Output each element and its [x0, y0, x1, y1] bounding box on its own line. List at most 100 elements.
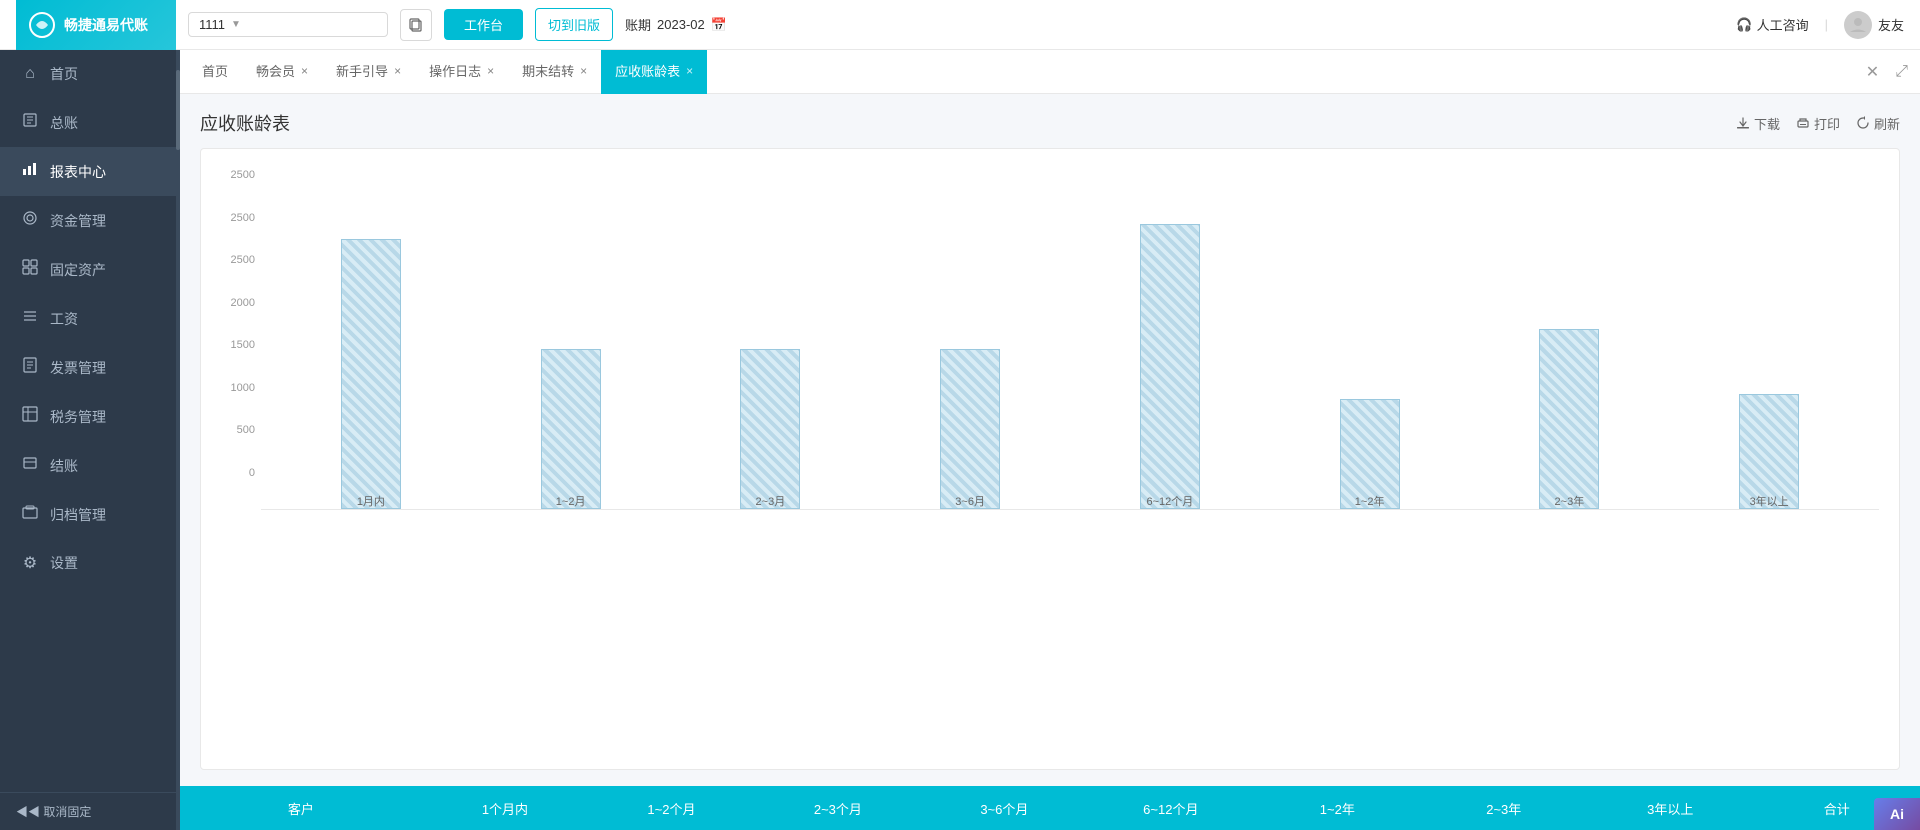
user-menu[interactable]: 友友: [1844, 11, 1904, 39]
sidebar-item-reports[interactable]: 报表中心: [0, 147, 180, 196]
sidebar-item-settle[interactable]: 结账: [0, 441, 180, 490]
tab-member-close[interactable]: ×: [301, 64, 308, 78]
grid-line-bottom: [261, 509, 1879, 510]
bar-1month: [341, 239, 401, 509]
tab-home[interactable]: 首页: [188, 50, 242, 94]
tab-oplog-close[interactable]: ×: [487, 64, 494, 78]
sidebar-label-assets: 固定资产: [50, 260, 106, 280]
y-axis: 2500 2500 2500 2000 1500 1000 500 0: [221, 169, 261, 509]
home-icon: ⌂: [20, 65, 40, 83]
tab-member[interactable]: 畅会员 ×: [242, 50, 322, 94]
ai-badge[interactable]: Ai: [1874, 798, 1920, 830]
sidebar-item-settings[interactable]: ⚙ 设置: [0, 539, 180, 587]
sidebar-label-funds: 资金管理: [50, 211, 106, 231]
x-label-3plus: 3年以上: [1739, 493, 1799, 509]
tab-guide-label: 新手引导: [336, 61, 388, 80]
company-selector[interactable]: 1111 ▼: [188, 12, 388, 37]
period-display: 账期 2023-02 📅: [625, 15, 727, 34]
sidebar-item-salary[interactable]: 工资: [0, 294, 180, 343]
bar-group-1month: [341, 239, 401, 509]
tab-aging-close[interactable]: ×: [686, 64, 693, 78]
invoice-icon: [20, 357, 40, 378]
tab-period-end[interactable]: 期末结转 ×: [508, 50, 601, 94]
chart-container: 2500 2500 2500 2000 1500 1000 500 0: [200, 148, 1900, 770]
sidebar-item-assets[interactable]: 固定资产: [0, 245, 180, 294]
tab-period-end-close[interactable]: ×: [580, 64, 587, 78]
tab-bar: 首页 畅会员 × 新手引导 × 操作日志 × 期末结转 × 应收账龄表 ×: [180, 50, 1920, 94]
expand-button[interactable]: ⤢: [1891, 59, 1912, 85]
bar-3-6month: [940, 349, 1000, 509]
download-button[interactable]: 下载: [1736, 114, 1780, 133]
app-logo: 畅捷通易代账: [16, 0, 176, 50]
y-label-2000: 2000: [221, 297, 261, 309]
page-header: 应收账龄表 下载: [200, 110, 1900, 136]
copy-button[interactable]: [400, 9, 432, 41]
print-label: 打印: [1814, 114, 1840, 133]
bar-group-2-3y: [1539, 329, 1599, 509]
sidebar-label-tax: 税务管理: [50, 407, 106, 427]
x-label-1m: 1月内: [341, 493, 401, 509]
tab-guide[interactable]: 新手引导 ×: [322, 50, 415, 94]
col-3plus-year: 3年以上: [1587, 799, 1753, 818]
x-label-1-2m: 1~2月: [541, 493, 601, 509]
col-customer: 客户: [180, 799, 422, 818]
col-3-6month: 3~6个月: [921, 799, 1087, 818]
download-label: 下载: [1754, 114, 1780, 133]
chevron-down-icon: ▼: [231, 19, 241, 30]
settings-icon: ⚙: [20, 553, 40, 573]
x-labels: 1月内 1~2月 2~3月 3~6月 6~12个月 1~2年 2~3年 3年以上: [261, 493, 1879, 509]
print-button[interactable]: 打印: [1796, 114, 1840, 133]
sidebar-label-salary: 工资: [50, 309, 78, 329]
tab-guide-close[interactable]: ×: [394, 64, 401, 78]
page-content: 应收账龄表 下载: [180, 94, 1920, 786]
workbench-button[interactable]: 工作台: [444, 9, 523, 40]
tab-home-label: 首页: [202, 61, 228, 80]
switch-version-button[interactable]: 切到旧版: [535, 8, 613, 41]
cancel-fixed-button[interactable]: ◀◀ 取消固定: [0, 792, 180, 830]
app-header: 畅捷通易代账 1111 ▼ 工作台 切到旧版 账期 2023-02 📅 🎧 人工…: [0, 0, 1920, 50]
tab-period-end-label: 期末结转: [522, 61, 574, 80]
logo-text: 畅捷通易代账: [64, 15, 148, 35]
x-label-2-3y: 2~3年: [1539, 493, 1599, 509]
main-content: 首页 畅会员 × 新手引导 × 操作日志 × 期末结转 × 应收账龄表 ×: [180, 50, 1920, 830]
consult-button[interactable]: 🎧 人工咨询: [1736, 15, 1808, 34]
tab-aging[interactable]: 应收账龄表 ×: [601, 50, 707, 94]
cancel-fixed-label: ◀◀ 取消固定: [16, 803, 91, 820]
settle-icon: [20, 455, 40, 476]
logo-icon: [28, 11, 56, 39]
y-label-1000: 1000: [221, 382, 261, 394]
tabs-right-actions: ✕ ⤢: [1862, 58, 1912, 86]
y-label-500: 500: [221, 424, 261, 436]
sidebar-item-home[interactable]: ⌂ 首页: [0, 50, 180, 98]
col-1-2month: 1~2个月: [588, 799, 754, 818]
tab-oplog[interactable]: 操作日志 ×: [415, 50, 508, 94]
x-label-3-6m: 3~6月: [940, 493, 1000, 509]
period-value: 2023-02: [657, 17, 705, 32]
bar-6-12month: [1140, 224, 1200, 509]
consult-label: 人工咨询: [1757, 15, 1809, 34]
ledger-icon: [20, 112, 40, 133]
refresh-button[interactable]: 刷新: [1856, 114, 1900, 133]
sidebar-item-tax[interactable]: 税务管理: [0, 392, 180, 441]
sidebar-item-ledger[interactable]: 总账: [0, 98, 180, 147]
sidebar-label-invoice: 发票管理: [50, 358, 106, 378]
close-all-tabs-button[interactable]: ✕: [1862, 58, 1883, 86]
tab-aging-label: 应收账龄表: [615, 61, 680, 80]
period-label: 账期: [625, 15, 651, 34]
refresh-label: 刷新: [1874, 114, 1900, 133]
assets-icon: [20, 259, 40, 280]
sidebar-item-archive[interactable]: 归档管理: [0, 490, 180, 539]
col-2-3year: 2~3年: [1421, 799, 1587, 818]
y-label-2500b: 2500: [221, 212, 261, 224]
sidebar-label-ledger: 总账: [50, 113, 78, 133]
bar-chart: 2500 2500 2500 2000 1500 1000 500 0: [221, 169, 1879, 509]
x-label-2-3m: 2~3月: [740, 493, 800, 509]
salary-icon: [20, 308, 40, 329]
sidebar-item-funds[interactable]: 资金管理: [0, 196, 180, 245]
sidebar-label-settle: 结账: [50, 456, 78, 476]
tab-oplog-label: 操作日志: [429, 61, 481, 80]
bar-group-1-2: [541, 349, 601, 509]
sidebar-item-invoice[interactable]: 发票管理: [0, 343, 180, 392]
headphone-icon: 🎧: [1736, 17, 1752, 33]
calendar-icon[interactable]: 📅: [711, 17, 727, 33]
